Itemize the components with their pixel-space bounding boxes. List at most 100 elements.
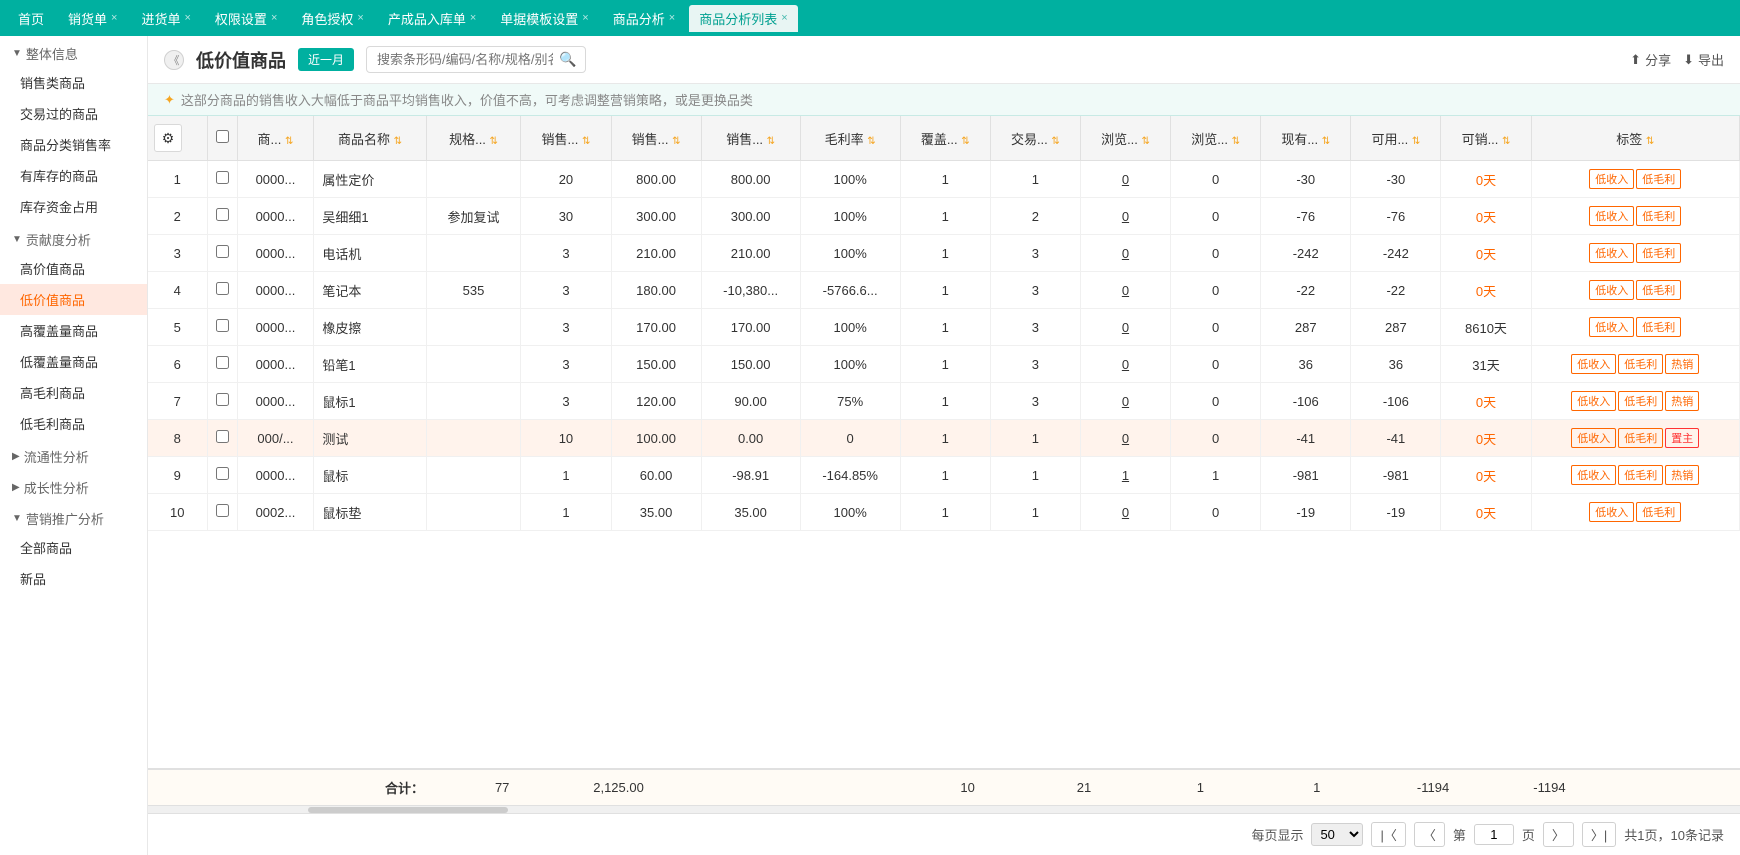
cell-checkbox[interactable] — [207, 235, 237, 272]
cell-name[interactable]: 铅笔1 — [314, 346, 426, 383]
cell-checkbox[interactable] — [207, 346, 237, 383]
sidebar-section-overall[interactable]: ▼ 整体信息 — [0, 36, 147, 67]
cell-view1[interactable]: 0 — [1080, 309, 1170, 346]
sidebar-item-new-products[interactable]: 新品 — [0, 563, 147, 594]
close-icon[interactable]: × — [271, 12, 277, 24]
sidebar-item-stocked-products[interactable]: 有库存的商品 — [0, 160, 147, 191]
gear-button[interactable]: ⚙ — [154, 124, 182, 152]
cell-view1[interactable]: 0 — [1080, 198, 1170, 235]
row-checkbox[interactable] — [216, 393, 229, 406]
sidebar-item-high-value[interactable]: 高价值商品 — [0, 253, 147, 284]
sidebar-section-contribution[interactable]: ▼ 贡献度分析 — [0, 222, 147, 253]
first-page-button[interactable]: |〈 — [1371, 822, 1405, 847]
prev-page-button[interactable]: 〈 — [1414, 822, 1445, 847]
row-checkbox[interactable] — [216, 504, 229, 517]
cell-checkbox[interactable] — [207, 383, 237, 420]
cell-name[interactable]: 鼠标垫 — [314, 494, 426, 531]
per-page-select[interactable]: 50 100 200 — [1311, 823, 1363, 846]
cell-name[interactable]: 电话机 — [314, 235, 426, 272]
row-checkbox[interactable] — [216, 282, 229, 295]
cell-name[interactable]: 鼠标1 — [314, 383, 426, 420]
tab-home[interactable]: 首页 — [8, 5, 54, 32]
column-view2[interactable]: 浏览... ⇅ — [1171, 116, 1261, 161]
column-transaction[interactable]: 交易... ⇅ — [990, 116, 1080, 161]
cell-checkbox[interactable] — [207, 457, 237, 494]
cell-view1[interactable]: 0 — [1080, 346, 1170, 383]
next-page-button[interactable]: 〉 — [1543, 822, 1574, 847]
tab-product-analysis[interactable]: 商品分析 × — [603, 5, 685, 32]
sidebar-item-low-coverage[interactable]: 低覆盖量商品 — [0, 346, 147, 377]
last-page-button[interactable]: 〉| — [1582, 822, 1616, 847]
column-checkbox[interactable] — [207, 116, 237, 161]
cell-view1[interactable]: 1 — [1080, 457, 1170, 494]
cell-checkbox[interactable] — [207, 272, 237, 309]
cell-checkbox[interactable] — [207, 309, 237, 346]
row-checkbox[interactable] — [216, 245, 229, 258]
close-icon[interactable]: × — [781, 12, 787, 24]
share-button[interactable]: ⬆ 分享 — [1630, 50, 1671, 69]
cell-name[interactable]: 吴细细1 — [314, 198, 426, 235]
sidebar-item-low-value[interactable]: 低价值商品 — [0, 284, 147, 315]
column-gear[interactable]: ⚙ — [148, 116, 207, 161]
cell-view1[interactable]: 0 — [1080, 235, 1170, 272]
close-icon[interactable]: × — [669, 12, 675, 24]
close-icon[interactable]: × — [470, 12, 476, 24]
sidebar-section-growth[interactable]: ▶ 成长性分析 — [0, 470, 147, 501]
tab-role-auth[interactable]: 角色授权 × — [291, 5, 373, 32]
horizontal-scrollbar[interactable] — [148, 805, 1740, 813]
cell-checkbox[interactable] — [207, 161, 237, 198]
export-button[interactable]: ⬇ 导出 — [1683, 50, 1724, 69]
column-qty[interactable]: 销售... ⇅ — [521, 116, 611, 161]
row-checkbox[interactable] — [216, 171, 229, 184]
cell-view1[interactable]: 0 — [1080, 420, 1170, 457]
sidebar-section-liquidity[interactable]: ▶ 流通性分析 — [0, 439, 147, 470]
date-filter-button[interactable]: 近一月 — [298, 48, 354, 71]
search-input[interactable] — [377, 52, 553, 67]
column-spec[interactable]: 规格... ⇅ — [426, 116, 521, 161]
tab-doc-template[interactable]: 单据模板设置 × — [490, 5, 598, 32]
row-checkbox[interactable] — [216, 319, 229, 332]
row-checkbox[interactable] — [216, 208, 229, 221]
column-coverage[interactable]: 覆盖... ⇅ — [900, 116, 990, 161]
sidebar-item-high-coverage[interactable]: 高覆盖量商品 — [0, 315, 147, 346]
column-current[interactable]: 现有... ⇅ — [1261, 116, 1351, 161]
cell-checkbox[interactable] — [207, 420, 237, 457]
cell-view1[interactable]: 0 — [1080, 494, 1170, 531]
cell-view1[interactable]: 0 — [1080, 272, 1170, 309]
cell-name[interactable]: 笔记本 — [314, 272, 426, 309]
tab-purchase-order[interactable]: 进货单 × — [131, 5, 200, 32]
column-name[interactable]: 商品名称 ⇅ — [314, 116, 426, 161]
column-margin[interactable]: 毛利率 ⇅ — [800, 116, 900, 161]
sidebar-item-inventory-capital[interactable]: 库存资金占用 — [0, 191, 147, 222]
cell-name[interactable]: 鼠标 — [314, 457, 426, 494]
sidebar-item-low-margin[interactable]: 低毛利商品 — [0, 408, 147, 439]
tab-product-analysis-list[interactable]: 商品分析列表 × — [689, 5, 797, 32]
sidebar-section-marketing[interactable]: ▼ 营销推广分析 — [0, 501, 147, 532]
select-all-checkbox[interactable] — [216, 130, 229, 143]
close-icon[interactable]: × — [184, 12, 190, 24]
close-icon[interactable]: × — [582, 12, 588, 24]
sidebar-item-traded-products[interactable]: 交易过的商品 — [0, 98, 147, 129]
column-price[interactable]: 销售... ⇅ — [611, 116, 701, 161]
sidebar-item-high-margin[interactable]: 高毛利商品 — [0, 377, 147, 408]
cell-name[interactable]: 属性定价 — [314, 161, 426, 198]
sidebar-item-all-products[interactable]: 全部商品 — [0, 532, 147, 563]
column-tags[interactable]: 标签 ⇅ — [1531, 116, 1739, 161]
sidebar-item-sales-products[interactable]: 销售类商品 — [0, 67, 147, 98]
column-code[interactable]: 商... ⇅ — [237, 116, 314, 161]
cell-checkbox[interactable] — [207, 494, 237, 531]
row-checkbox[interactable] — [216, 356, 229, 369]
page-input[interactable] — [1474, 824, 1514, 845]
cell-checkbox[interactable] — [207, 198, 237, 235]
tab-permissions[interactable]: 权限设置 × — [205, 5, 287, 32]
collapse-sidebar-button[interactable]: 《 — [164, 50, 184, 70]
close-icon[interactable]: × — [111, 12, 117, 24]
sidebar-item-category-sales-rate[interactable]: 商品分类销售率 — [0, 129, 147, 160]
column-sellable[interactable]: 可销... ⇅ — [1441, 116, 1531, 161]
row-checkbox[interactable] — [216, 430, 229, 443]
row-checkbox[interactable] — [216, 467, 229, 480]
column-amount[interactable]: 销售... ⇅ — [701, 116, 800, 161]
cell-view1[interactable]: 0 — [1080, 161, 1170, 198]
column-view1[interactable]: 浏览... ⇅ — [1080, 116, 1170, 161]
tab-product-inbound[interactable]: 产成品入库单 × — [378, 5, 486, 32]
